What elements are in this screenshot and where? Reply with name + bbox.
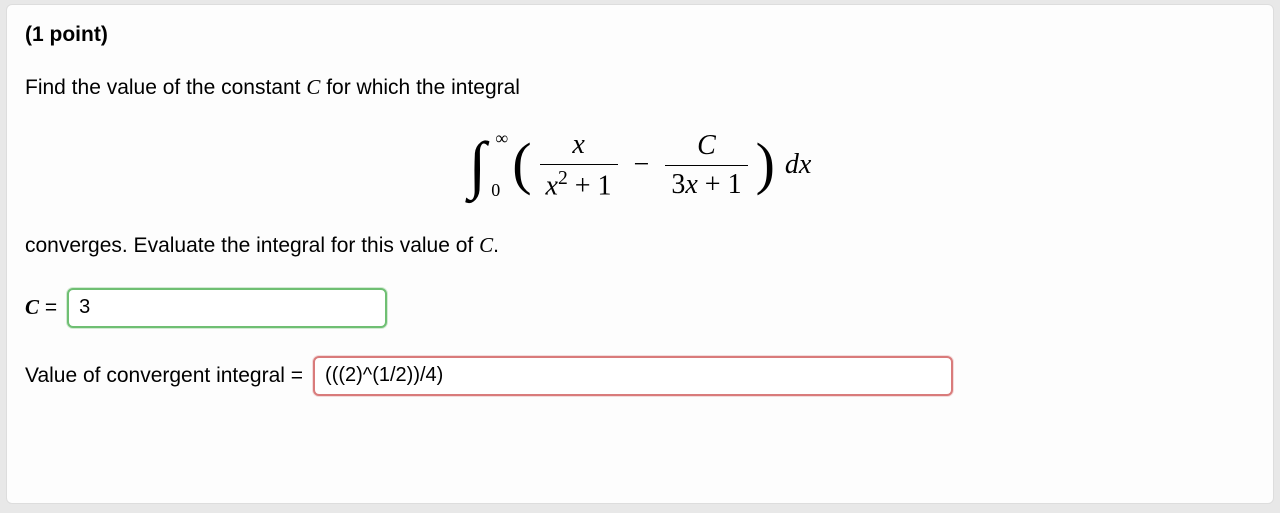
upper-limit: ∞: [495, 129, 508, 147]
answer-row-integral: Value of convergent integral =: [25, 356, 1255, 396]
c-label: C =: [25, 295, 57, 320]
answer-row-c: C =: [25, 288, 1255, 328]
lower-limit: 0: [491, 181, 500, 199]
converges-c: C: [479, 233, 493, 257]
dx: dx: [785, 149, 811, 181]
fraction-1: x x2 + 1: [540, 128, 618, 203]
integral-value-input[interactable]: [313, 356, 953, 396]
converges-text: converges. Evaluate the integral for thi…: [25, 233, 1255, 258]
lead-post: for which the integral: [320, 76, 520, 99]
c-input[interactable]: [67, 288, 387, 328]
converges-post: .: [493, 234, 499, 257]
points-label: (1 point): [25, 23, 1255, 47]
fraction-2: C 3x + 1: [665, 129, 747, 201]
integral-display: ∫ ∞ 0 ( x x2 + 1 − C 3x + 1 ) dx: [25, 128, 1255, 203]
frac2-num: C: [665, 129, 747, 165]
integral-symbol: ∫ ∞ 0: [469, 133, 487, 197]
converges-pre: converges. Evaluate the integral for thi…: [25, 234, 479, 257]
minus-sign: −: [634, 149, 650, 181]
integral-value-label: Value of convergent integral =: [25, 364, 303, 388]
problem-panel: (1 point) Find the value of the constant…: [6, 4, 1274, 504]
frac1-den: x2 + 1: [540, 164, 618, 203]
frac2-den: 3x + 1: [665, 165, 747, 202]
lead-c: C: [306, 75, 320, 99]
frac1-num: x: [540, 128, 618, 164]
lead-text: Find the value of the constant C for whi…: [25, 75, 1255, 100]
lead-pre: Find the value of the constant: [25, 76, 306, 99]
